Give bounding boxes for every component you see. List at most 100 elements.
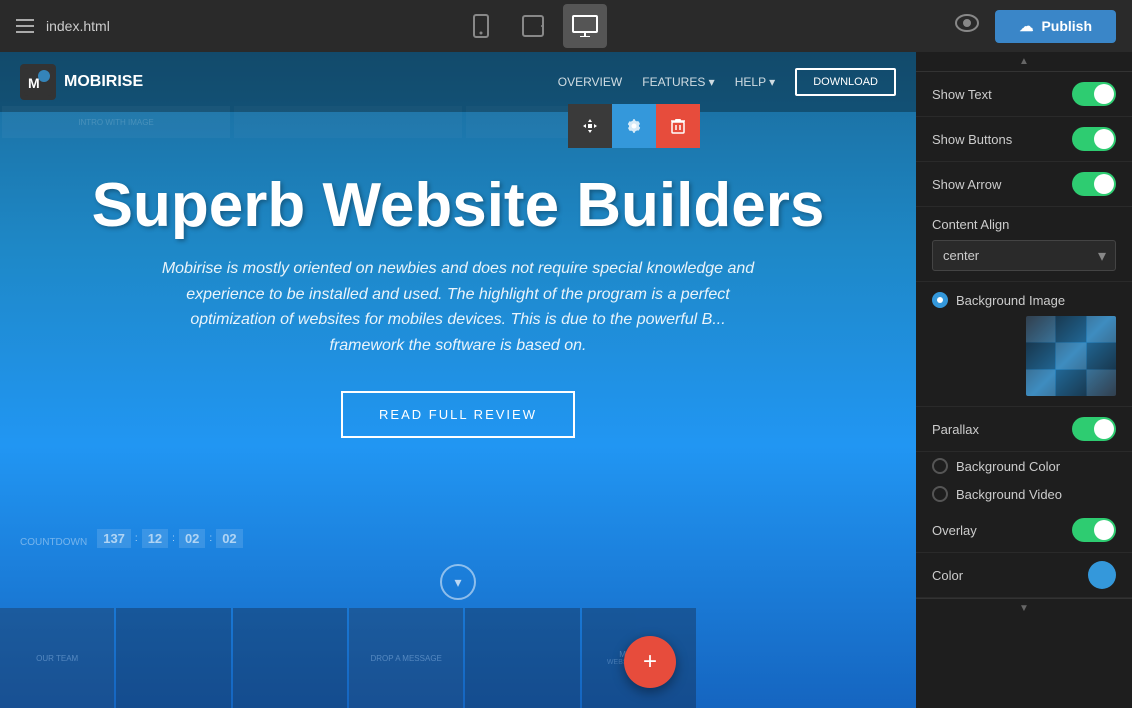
cloud-icon: ☁ [1019, 18, 1033, 35]
parallax-toggle[interactable] [1072, 417, 1116, 441]
panel-scroll-down[interactable]: ▼ [916, 598, 1132, 618]
publish-label: Publish [1041, 18, 1092, 34]
count-secs: 02 [216, 529, 242, 548]
svg-text:M: M [28, 75, 40, 91]
logo-icon: M [20, 64, 56, 100]
countdown-label: COUNTDOWN [20, 537, 87, 548]
move-tool-button[interactable] [568, 104, 612, 148]
thumb-cell [1026, 316, 1055, 342]
thumb-img3 [465, 608, 579, 708]
parallax-row: Parallax [916, 407, 1132, 452]
bg-color-row: Background Color [916, 452, 1132, 480]
bg-color-label: Background Color [956, 459, 1060, 474]
device-switcher [459, 4, 607, 48]
show-buttons-toggle[interactable] [1072, 127, 1116, 151]
overlay-row: Overlay [916, 508, 1132, 553]
thumb-img2 [233, 608, 347, 708]
thumb-cell [1087, 370, 1116, 396]
bg-image-label: Background Image [956, 293, 1065, 308]
count-mins: 02 [179, 529, 205, 548]
add-icon: + [643, 648, 657, 676]
add-section-button[interactable]: + [624, 636, 676, 688]
show-buttons-label: Show Buttons [932, 132, 1012, 147]
thumb-cell [1056, 316, 1085, 342]
thumb-cell [1087, 316, 1116, 342]
right-panel: ▲ Show Text Show Buttons Show Arrow Cont… [916, 52, 1132, 708]
hero-content: Superb Website Builders Mobirise is most… [0, 142, 916, 468]
preview-logo: M MOBIRISE [20, 64, 143, 100]
preview-nav-links: OVERVIEW FEATURES ▾ HELP ▾ DOWNLOAD [558, 68, 896, 96]
scroll-down-arrow[interactable]: ▾ [440, 564, 476, 600]
main-area: M MOBIRISE OVERVIEW FEATURES ▾ HELP ▾ DO… [0, 52, 1132, 708]
thumb-cell [1026, 343, 1055, 369]
show-buttons-row: Show Buttons [916, 117, 1132, 162]
show-arrow-toggle[interactable] [1072, 172, 1116, 196]
bg-image-section: Background Image [916, 282, 1132, 407]
bg-video-radio[interactable] [932, 486, 948, 502]
thumb-cell [1026, 370, 1055, 396]
thumb-drop-message: DROP A MESSAGE [349, 608, 463, 708]
nav-link-overview: OVERVIEW [558, 75, 622, 89]
parallax-label: Parallax [932, 422, 979, 437]
thumb-cell [1056, 370, 1085, 396]
thumb-our-team: OUR TEAM [0, 608, 114, 708]
color-swatch[interactable] [1088, 561, 1116, 589]
panel-scroll-up[interactable]: ▲ [916, 52, 1132, 72]
content-align-label: Content Align [932, 217, 1116, 232]
content-align-section: Content Align left center right [916, 207, 1132, 282]
nav-download-button: DOWNLOAD [795, 68, 896, 96]
show-text-row: Show Text [916, 72, 1132, 117]
nav-link-help: HELP ▾ [735, 75, 776, 89]
show-arrow-label: Show Arrow [932, 177, 1001, 192]
content-align-select[interactable]: left center right [932, 240, 1116, 271]
thumb-item [234, 106, 462, 138]
count-hours: 12 [142, 529, 168, 548]
topbar: index.html [0, 0, 1132, 52]
canvas-toolbar [568, 104, 700, 148]
thumb-cell [1087, 343, 1116, 369]
overlay-toggle[interactable] [1072, 518, 1116, 542]
thumb-grid [1026, 316, 1116, 396]
bottom-thumbs: OUR TEAM DROP A MESSAGE MOBIRISE WEBSITE… [0, 608, 696, 708]
scroll-up-icon: ▲ [1019, 56, 1029, 67]
publish-button[interactable]: ☁ Publish [995, 10, 1116, 43]
countdown-boxes: 137 : 12 : 02 : 02 [97, 529, 242, 548]
bg-video-label: Background Video [956, 487, 1062, 502]
site-preview: M MOBIRISE OVERVIEW FEATURES ▾ HELP ▾ DO… [0, 52, 916, 708]
menu-icon[interactable] [16, 19, 34, 33]
preview-button[interactable] [955, 14, 979, 38]
tablet-device-button[interactable] [511, 4, 555, 48]
bg-color-radio[interactable] [932, 458, 948, 474]
thumb-cell [1056, 343, 1085, 369]
thumb-img1 [116, 608, 230, 708]
content-align-select-wrapper: left center right [932, 240, 1116, 271]
show-text-label: Show Text [932, 87, 992, 102]
bg-image-thumbnail[interactable] [1026, 316, 1116, 396]
hero-subtitle: Mobirise is mostly oriented on newbies a… [158, 256, 758, 358]
canvas: M MOBIRISE OVERVIEW FEATURES ▾ HELP ▾ DO… [0, 52, 916, 708]
thumb-item: INTRO WITH IMAGE [2, 106, 230, 138]
count-sep2: : [172, 533, 175, 544]
bg-image-row: Background Image [932, 292, 1116, 308]
settings-tool-button[interactable] [612, 104, 656, 148]
overlay-label: Overlay [932, 523, 977, 538]
filename-label: index.html [46, 18, 110, 34]
preview-brand: MOBIRISE [64, 73, 143, 91]
scroll-down-icon: ▼ [1019, 603, 1029, 614]
count-days: 137 [97, 529, 131, 548]
delete-tool-button[interactable] [656, 104, 700, 148]
hero-title: Superb Website Builders [60, 172, 856, 240]
desktop-device-button[interactable] [563, 4, 607, 48]
show-text-toggle[interactable] [1072, 82, 1116, 106]
topbar-left: index.html [16, 18, 110, 34]
count-sep1: : [135, 533, 138, 544]
preview-nav: M MOBIRISE OVERVIEW FEATURES ▾ HELP ▾ DO… [0, 52, 916, 112]
nav-link-features: FEATURES ▾ [642, 75, 714, 89]
show-arrow-row: Show Arrow [916, 162, 1132, 207]
countdown-strip: COUNTDOWN 137 : 12 : 02 : 02 [20, 529, 243, 548]
mobile-device-button[interactable] [459, 4, 503, 48]
hero-cta-button[interactable]: READ FULL REVIEW [341, 391, 575, 438]
color-label: Color [932, 568, 963, 583]
bg-image-radio[interactable] [932, 292, 948, 308]
color-row: Color [916, 553, 1132, 598]
